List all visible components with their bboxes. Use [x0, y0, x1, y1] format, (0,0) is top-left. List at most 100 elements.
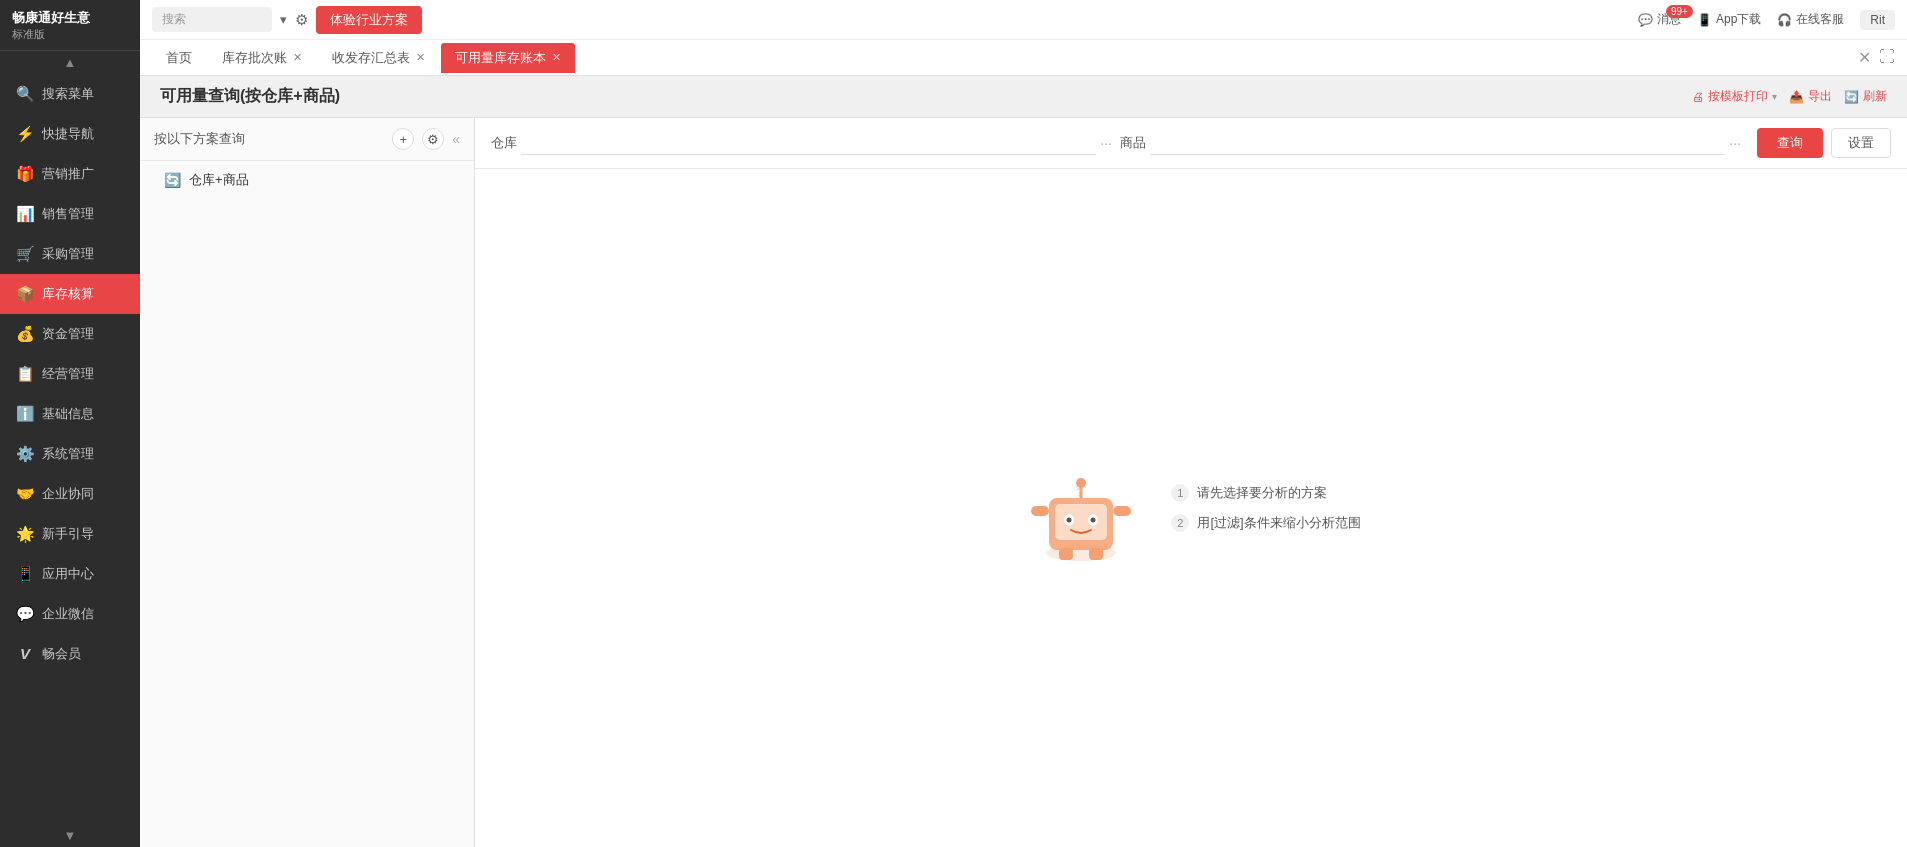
setting-btn[interactable]: 设置	[1831, 128, 1891, 158]
sidebar-item-basic[interactable]: ℹ️ 基础信息	[0, 394, 140, 434]
sidebar-item-wechat[interactable]: 💬 企业微信	[0, 594, 140, 634]
sidebar-item-newbie[interactable]: 🌟 新手引导	[0, 514, 140, 554]
refresh-btn[interactable]: 🔄 刷新	[1844, 88, 1887, 105]
tab-avail-ledger[interactable]: 可用量库存账本 ✕	[441, 43, 575, 73]
sidebar-item-sales[interactable]: 📊 销售管理	[0, 194, 140, 234]
sidebar-item-purchase[interactable]: 🛒 采购管理	[0, 234, 140, 274]
phone-icon: 📱	[1697, 13, 1712, 27]
topbar-app-btn[interactable]: 📱 App下载	[1697, 11, 1761, 28]
service-label: 在线客服	[1796, 11, 1844, 28]
sidebar-item-label: 快捷导航	[42, 125, 94, 143]
topbar-service-btn[interactable]: 🎧 在线客服	[1777, 11, 1844, 28]
main-area: 搜索 ▾ ⚙ 体验行业方案 💬 消息 99+ 📱 App下载 🎧 在线客服 Ri…	[140, 0, 1907, 847]
handshake-icon: 🤝	[16, 485, 34, 503]
filter-header: 按以下方案查询 + ⚙ «	[140, 118, 474, 161]
empty-state: ? 1 请先选择要分析的方案 2 用[过滤]条件来缩小分析范围	[475, 169, 1907, 847]
tab-recv-summary-close[interactable]: ✕	[416, 51, 425, 64]
tab-bar: 首页 库存批次账 ✕ 收发存汇总表 ✕ 可用量库存账本 ✕ ✕ ⛶	[140, 40, 1907, 76]
tab-avail-ledger-label: 可用量库存账本	[455, 49, 546, 67]
sidebar-item-vip[interactable]: V 畅会员	[0, 634, 140, 674]
page-header: 可用量查询(按仓库+商品) 🖨 按模板打印 ▾ 📤 导出 🔄 刷新	[140, 76, 1907, 118]
search-icon: 🔍	[16, 85, 34, 103]
right-panel: 仓库 ··· 商品 ··· 查询 设置	[475, 118, 1907, 847]
sidebar-item-label: 库存核算	[42, 285, 94, 303]
info-icon: ℹ️	[16, 405, 34, 423]
tab-batch-ledger-close[interactable]: ✕	[293, 51, 302, 64]
svg-point-5	[1067, 518, 1072, 523]
goods-label: 商品	[1120, 134, 1146, 152]
sidebar-item-label: 应用中心	[42, 565, 94, 583]
sidebar-item-marketing[interactable]: 🎁 营销推广	[0, 154, 140, 194]
refresh-icon: 🔄	[1844, 90, 1859, 104]
sidebar-nav: 🔍 搜索菜单 ⚡ 快捷导航 🎁 营销推广 📊 销售管理 🛒 采购管理 📦 库存核…	[0, 74, 140, 824]
warehouse-input[interactable]	[521, 131, 1096, 155]
svg-point-6	[1091, 518, 1096, 523]
msg-badge: 99+	[1666, 5, 1693, 18]
chart-icon: 📊	[16, 205, 34, 223]
tab-recv-summary[interactable]: 收发存汇总表 ✕	[318, 43, 439, 73]
warehouse-more-btn[interactable]: ···	[1100, 135, 1112, 151]
sidebar-logo: 畅康通好生意 标准版	[0, 0, 140, 51]
scheme-label: 仓库+商品	[189, 171, 249, 189]
gear-icon: ⚙️	[16, 445, 34, 463]
svg-rect-11	[1059, 548, 1073, 560]
vip-icon: V	[16, 645, 34, 662]
hint-text-2: 用[过滤]条件来缩小分析范围	[1197, 514, 1360, 532]
goods-more-btn[interactable]: ···	[1729, 135, 1741, 151]
goods-field: 商品 ···	[1120, 131, 1741, 155]
sidebar-item-label: 经营管理	[42, 365, 94, 383]
sidebar-item-inventory[interactable]: 📦 库存核算	[0, 274, 140, 314]
sidebar-item-search[interactable]: 🔍 搜索菜单	[0, 74, 140, 114]
topbar-dropdown-icon[interactable]: ▾	[280, 12, 287, 27]
topbar: 搜索 ▾ ⚙ 体验行业方案 💬 消息 99+ 📱 App下载 🎧 在线客服 Ri…	[140, 0, 1907, 40]
window-controls: ✕ ⛶	[1858, 48, 1895, 67]
sidebar-item-biz[interactable]: 📋 经营管理	[0, 354, 140, 394]
sidebar-item-label: 营销推广	[42, 165, 94, 183]
svg-rect-2	[1055, 504, 1107, 540]
sidebar-item-label: 资金管理	[42, 325, 94, 343]
money-icon: 💰	[16, 325, 34, 343]
logo-title: 畅康通好生意	[12, 10, 128, 27]
goods-input[interactable]	[1150, 131, 1725, 155]
settings-scheme-btn[interactable]: ⚙	[422, 128, 444, 150]
window-close-btn[interactable]: ✕	[1858, 48, 1871, 67]
print-btn[interactable]: 🖨 按模板打印 ▾	[1692, 88, 1777, 105]
scroll-down-btn[interactable]: ▼	[0, 824, 140, 847]
scroll-up-btn[interactable]: ▲	[0, 51, 140, 74]
window-expand-btn[interactable]: ⛶	[1879, 48, 1895, 67]
topbar-user-btn[interactable]: Rit	[1860, 10, 1895, 30]
topbar-msg-btn[interactable]: 💬 消息 99+	[1638, 11, 1681, 28]
svg-text:?: ?	[1076, 486, 1083, 498]
printer-icon: 🖨	[1692, 90, 1704, 104]
query-btn[interactable]: 查询	[1757, 128, 1823, 158]
tab-home-label: 首页	[166, 49, 192, 67]
topbar-gear-icon[interactable]: ⚙	[295, 11, 308, 29]
warehouse-label: 仓库	[491, 134, 517, 152]
scheme-item-warehouse-goods[interactable]: 🔄 仓库+商品	[140, 161, 474, 199]
tab-home[interactable]: 首页	[152, 43, 206, 73]
add-scheme-btn[interactable]: +	[392, 128, 414, 150]
tab-avail-ledger-close[interactable]: ✕	[552, 51, 561, 64]
tab-batch-ledger-label: 库存批次账	[222, 49, 287, 67]
clipboard-icon: 📋	[16, 365, 34, 383]
export-btn[interactable]: 📤 导出	[1789, 88, 1832, 105]
empty-hint-1: 1 请先选择要分析的方案	[1171, 484, 1360, 502]
gift-icon: 🎁	[16, 165, 34, 183]
sidebar-item-corp[interactable]: 🤝 企业协同	[0, 474, 140, 514]
empty-hint-2: 2 用[过滤]条件来缩小分析范围	[1171, 514, 1360, 532]
sidebar-item-system[interactable]: ⚙️ 系统管理	[0, 434, 140, 474]
sidebar-item-label: 系统管理	[42, 445, 94, 463]
sidebar-item-appcenter[interactable]: 📱 应用中心	[0, 554, 140, 594]
mobile-icon: 📱	[16, 565, 34, 583]
industry-btn[interactable]: 体验行业方案	[316, 6, 422, 34]
topbar-search-box[interactable]: 搜索	[152, 7, 272, 32]
collapse-panel-btn[interactable]: «	[452, 131, 460, 147]
sidebar-item-label: 搜索菜单	[42, 85, 94, 103]
sidebar-item-label: 采购管理	[42, 245, 94, 263]
topbar-right: 💬 消息 99+ 📱 App下载 🎧 在线客服 Rit	[1638, 10, 1895, 30]
export-icon: 📤	[1789, 90, 1804, 104]
sidebar-item-finance[interactable]: 💰 资金管理	[0, 314, 140, 354]
empty-hints: 1 请先选择要分析的方案 2 用[过滤]条件来缩小分析范围	[1171, 484, 1360, 532]
sidebar-item-shortcut[interactable]: ⚡ 快捷导航	[0, 114, 140, 154]
tab-batch-ledger[interactable]: 库存批次账 ✕	[208, 43, 316, 73]
